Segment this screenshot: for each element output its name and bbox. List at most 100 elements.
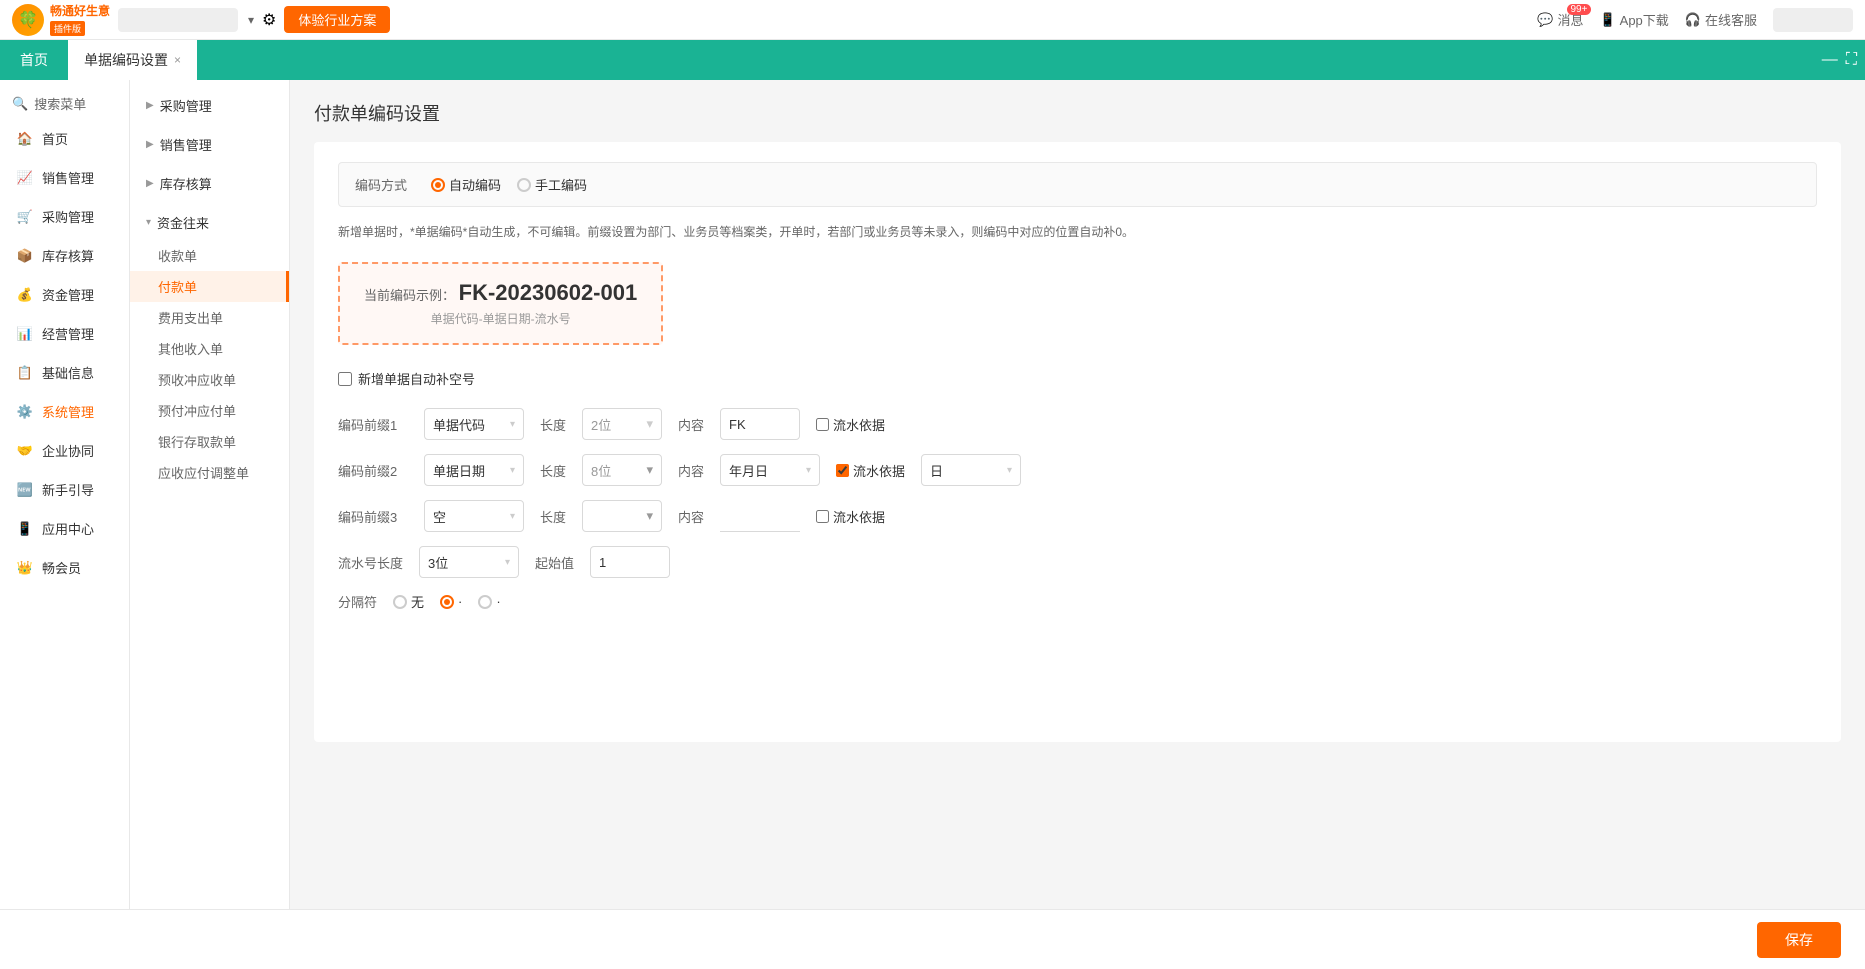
- inventory-icon: 📦: [16, 247, 34, 265]
- content3-label: 内容: [678, 507, 704, 526]
- topbar: 🍀 畅通好生意 插件版 ▾ ⚙ 体验行业方案 💬 消息 99+ 📱 App下载 …: [0, 0, 1865, 40]
- nav-header-stock[interactable]: ▶ 库存核算: [130, 166, 289, 201]
- stream2-checkbox[interactable]: 流水依据: [836, 461, 905, 480]
- logo-badge: 插件版: [50, 21, 85, 36]
- basic-info-icon: 📋: [16, 364, 34, 382]
- sidebar-item-enterprise[interactable]: 🤝 企业协同: [0, 431, 129, 470]
- sep-dash-circle: [478, 595, 492, 609]
- message-count-badge: 99+: [1567, 4, 1592, 15]
- length2-select[interactable]: 8位 ▾: [582, 454, 662, 486]
- separator-row: 分隔符 无 · ·: [338, 592, 1817, 611]
- breadcrumb-bar: [118, 8, 238, 32]
- nav-dropdown[interactable]: ▾: [246, 13, 254, 27]
- sidebar: 🔍 搜索菜单 🏠 首页 📈 销售管理 🛒 采购管理 📦 库存核算 💰 资金管理 …: [0, 80, 130, 969]
- tabbar: 首页 单据编码设置 × — ⛶: [0, 40, 1865, 80]
- chevron-down-icon: ▾: [248, 13, 254, 27]
- main-layout: 🔍 搜索菜单 🏠 首页 📈 销售管理 🛒 采购管理 📦 库存核算 💰 资金管理 …: [0, 80, 1865, 969]
- auto-fill-checkbox[interactable]: [338, 372, 352, 386]
- sep-dot-radio[interactable]: ·: [440, 594, 462, 609]
- sidebar-item-system[interactable]: ⚙️ 系统管理: [0, 392, 129, 431]
- nav-item-receipt[interactable]: 收款单: [130, 240, 289, 271]
- stream3-checkbox[interactable]: 流水依据: [816, 507, 885, 526]
- content1-value: FK: [720, 408, 800, 440]
- serial-length-chevron: ▾: [505, 557, 510, 568]
- topbar-right: 💬 消息 99+ 📱 App下载 🎧 在线客服: [1537, 8, 1853, 32]
- sidebar-item-member[interactable]: 👑 畅会员: [0, 548, 129, 587]
- topbar-left: 🍀 畅通好生意 插件版 ▾ ⚙ 体验行业方案: [12, 2, 390, 37]
- tabbar-actions: — ⛶: [1822, 51, 1865, 69]
- online-service-button[interactable]: 🎧 在线客服: [1685, 10, 1757, 29]
- tab-close-button[interactable]: ×: [174, 53, 181, 67]
- nav-item-adjustment[interactable]: 应收应付调整单: [130, 457, 289, 488]
- stream2-input[interactable]: [836, 464, 849, 477]
- content-area: 付款单编码设置 编码方式 自动编码 手工编码 新增单据时，*单据编码*自动生: [290, 80, 1865, 969]
- serial-length-label: 流水号长度: [338, 553, 403, 572]
- member-icon: 👑: [16, 559, 34, 577]
- stream1-checkbox[interactable]: 流水依据: [816, 415, 885, 434]
- operations-icon: 📊: [16, 325, 34, 343]
- sep-dot-circle: [440, 595, 454, 609]
- settings-card: 编码方式 自动编码 手工编码 新增单据时，*单据编码*自动生成，不可编辑。前缀设…: [314, 142, 1841, 742]
- stream2-period-chevron: ▾: [1007, 465, 1012, 476]
- nav-item-advance-receipt[interactable]: 预收冲应收单: [130, 364, 289, 395]
- content2-label: 内容: [678, 461, 704, 480]
- app-download-button[interactable]: 📱 App下载: [1599, 10, 1668, 29]
- example-code: FK-20230602-001: [459, 280, 638, 305]
- encoding-method-label: 编码方式: [355, 175, 407, 194]
- maximize-button[interactable]: ⛶: [1846, 51, 1857, 69]
- nav-header-purchase[interactable]: ▶ 采购管理: [130, 88, 289, 123]
- sep-none-radio[interactable]: 无: [393, 592, 424, 611]
- user-info[interactable]: [1773, 8, 1853, 32]
- left-nav: ▶ 采购管理 ▶ 销售管理 ▶ 库存核算 ▾ 资金往来 收款单 付款单 费用支出…: [130, 80, 290, 969]
- stream3-input[interactable]: [816, 510, 829, 523]
- length3-label: 长度: [540, 507, 566, 526]
- length3-select[interactable]: ▾: [582, 500, 662, 532]
- auto-code-radio[interactable]: 自动编码: [431, 175, 501, 194]
- sidebar-item-guide[interactable]: 🆕 新手引导: [0, 470, 129, 509]
- prefix1-chevron: ▾: [510, 419, 515, 430]
- length1-label: 长度: [540, 415, 566, 434]
- minimize-button[interactable]: —: [1822, 51, 1838, 69]
- sep-dash-radio[interactable]: ·: [478, 594, 500, 609]
- system-icon: ⚙️: [16, 403, 34, 421]
- chevron-right-icon2: ▶: [146, 139, 154, 150]
- nav-header-capital[interactable]: ▾ 资金往来: [130, 205, 289, 240]
- nav-item-bank[interactable]: 银行存取款单: [130, 426, 289, 457]
- sidebar-item-finance[interactable]: 💰 资金管理: [0, 275, 129, 314]
- auto-fill-row: 新增单据自动补空号: [338, 369, 1817, 388]
- page-title: 付款单编码设置: [314, 100, 1841, 126]
- save-button[interactable]: 保存: [1757, 922, 1841, 958]
- serial-length-select[interactable]: 3位 ▾: [419, 546, 519, 578]
- sidebar-item-basic-info[interactable]: 📋 基础信息: [0, 353, 129, 392]
- stream1-input[interactable]: [816, 418, 829, 431]
- nav-item-other-income[interactable]: 其他收入单: [130, 333, 289, 364]
- start-value-input[interactable]: [590, 546, 670, 578]
- nav-item-payment[interactable]: 付款单: [130, 271, 289, 302]
- sidebar-item-home[interactable]: 🏠 首页: [0, 119, 129, 158]
- nav-header-sales[interactable]: ▶ 销售管理: [130, 127, 289, 162]
- prefix3-select[interactable]: 空 ▾: [424, 500, 524, 532]
- length1-select[interactable]: 2位 ▾: [582, 408, 662, 440]
- prefix2-select[interactable]: 单据日期 ▾: [424, 454, 524, 486]
- sidebar-item-operations[interactable]: 📊 经营管理: [0, 314, 129, 353]
- nav-item-expense[interactable]: 费用支出单: [130, 302, 289, 333]
- separator-label: 分隔符: [338, 592, 377, 611]
- trial-button[interactable]: 体验行业方案: [284, 6, 390, 33]
- sidebar-search[interactable]: 🔍 搜索菜单: [0, 88, 129, 119]
- home-icon: 🏠: [16, 130, 34, 148]
- manual-code-radio[interactable]: 手工编码: [517, 175, 587, 194]
- message-button[interactable]: 💬 消息 99+: [1537, 10, 1583, 29]
- sidebar-item-sales[interactable]: 📈 销售管理: [0, 158, 129, 197]
- tab-home[interactable]: 首页: [0, 40, 68, 80]
- stream2-period-select[interactable]: 日 ▾: [921, 454, 1021, 486]
- nav-item-advance-payment[interactable]: 预付冲应付单: [130, 395, 289, 426]
- sales-icon: 📈: [16, 169, 34, 187]
- content2-select[interactable]: 年月日 ▾: [720, 454, 820, 486]
- sidebar-item-apps[interactable]: 📱 应用中心: [0, 509, 129, 548]
- settings-icon[interactable]: ⚙: [262, 10, 276, 30]
- prefix1-row: 编码前缀1 单据代码 ▾ 长度 2位 ▾ 内容 FK 流水依据: [338, 408, 1817, 440]
- tab-active[interactable]: 单据编码设置 ×: [68, 40, 197, 80]
- sidebar-item-inventory[interactable]: 📦 库存核算: [0, 236, 129, 275]
- sidebar-item-purchase[interactable]: 🛒 采购管理: [0, 197, 129, 236]
- prefix1-select[interactable]: 单据代码 ▾: [424, 408, 524, 440]
